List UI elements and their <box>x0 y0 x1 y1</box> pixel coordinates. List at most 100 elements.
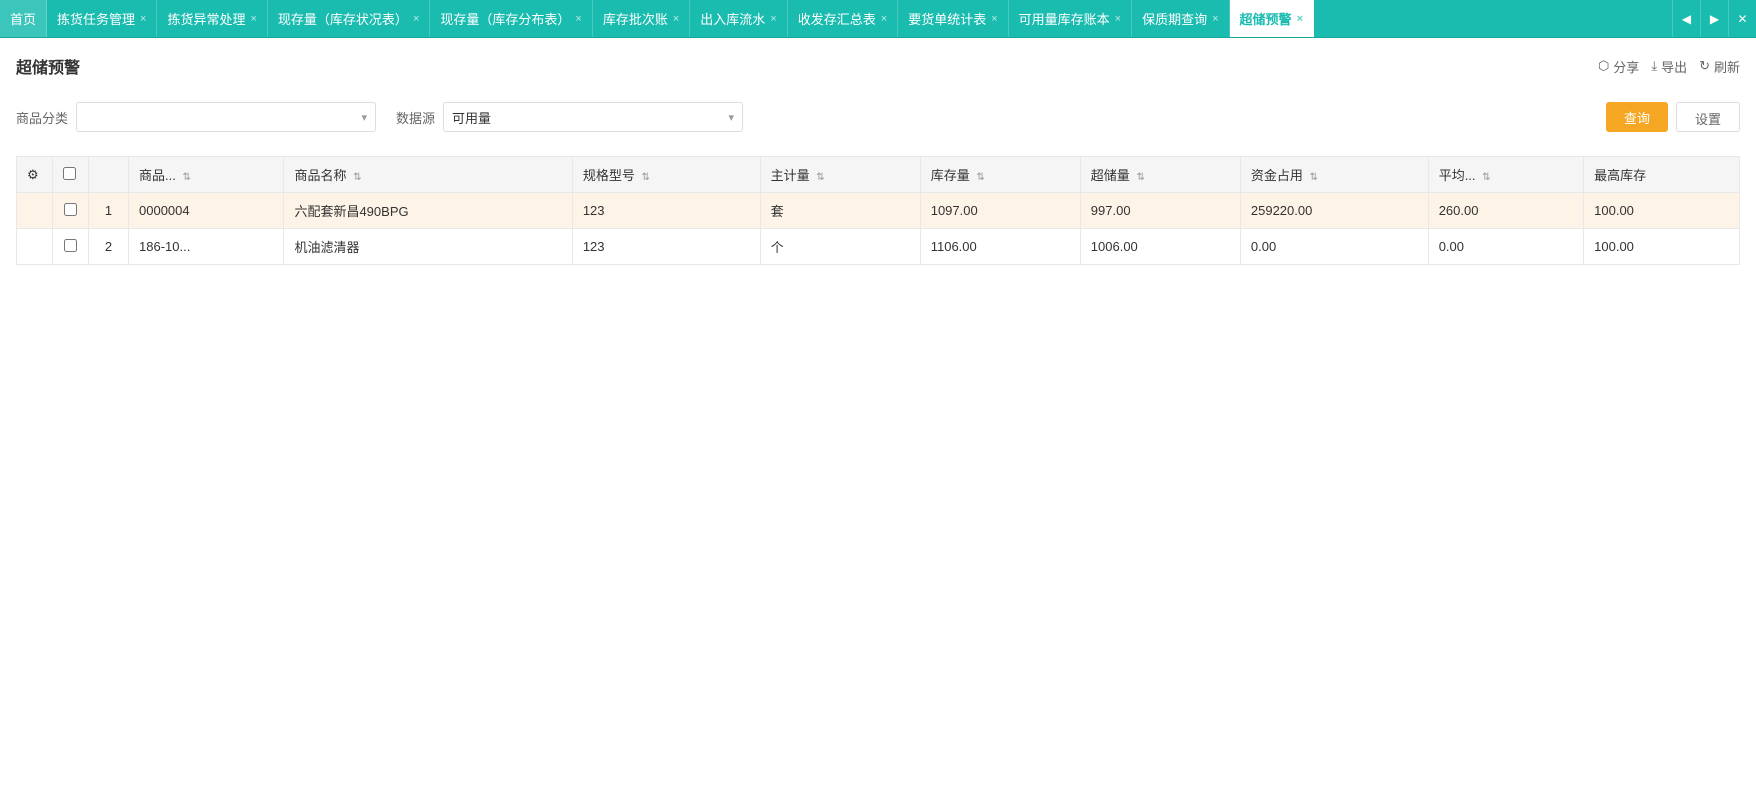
sort-icon: ⇅ <box>1136 172 1144 183</box>
row-unit: 个 <box>760 229 920 265</box>
sort-icon: ⇅ <box>976 172 984 183</box>
row-max-stock: 100.00 <box>1584 229 1740 265</box>
datasource-select-value: 可用量 <box>452 108 491 127</box>
nav-tab-order-stats[interactable]: 要货单统计表 × <box>898 0 1008 38</box>
close-icon[interactable]: × <box>575 13 581 25</box>
row-index: 1 <box>89 193 129 229</box>
sort-icon: ⇅ <box>1310 172 1318 183</box>
close-icon[interactable]: × <box>1297 13 1303 25</box>
stock-label: 库存量 <box>931 168 970 183</box>
row-capital: 259220.00 <box>1240 193 1428 229</box>
product-code-header[interactable]: 商品... ⇅ <box>129 157 284 193</box>
row-overstock: 997.00 <box>1080 193 1240 229</box>
export-button[interactable]: ⤓ 导出 <box>1651 57 1687 76</box>
header-actions: ⬡ 分享 ⤓ 导出 ↻ 刷新 <box>1598 57 1740 76</box>
overstock-header[interactable]: 超储量 ⇅ <box>1080 157 1240 193</box>
row-spec: 123 <box>572 229 760 265</box>
sort-icon: ⇅ <box>353 172 361 183</box>
close-icon[interactable]: × <box>1115 13 1121 25</box>
chevron-down-icon: ▾ <box>361 111 367 124</box>
nav-tab-receive-summary[interactable]: 收发存汇总表 × <box>788 0 898 38</box>
spec-header[interactable]: 规格型号 ⇅ <box>572 157 760 193</box>
nav-tab-home[interactable]: 首页 <box>0 0 47 38</box>
refresh-icon: ↻ <box>1699 58 1710 74</box>
spec-label: 规格型号 <box>583 168 635 183</box>
row-stock: 1097.00 <box>920 193 1080 229</box>
nav-tab-inout-flow[interactable]: 出入库流水 × <box>690 0 787 38</box>
nav-tab-inventory-status[interactable]: 现存量（库存状况表） × <box>268 0 430 38</box>
category-label: 商品分类 <box>16 108 68 127</box>
table-row: 2 186-10... 机油滤清器 123 个 1106.00 1006.00 … <box>17 229 1740 265</box>
export-icon: ⤓ <box>1651 58 1657 74</box>
row-checkbox-cell[interactable] <box>53 193 89 229</box>
nav-tab-task-mgmt[interactable]: 拣货任务管理 × <box>47 0 157 38</box>
close-icon[interactable]: × <box>413 13 419 25</box>
nav-tab-overstock-warning[interactable]: 超储预警 × <box>1230 0 1314 38</box>
top-navigation: 首页 拣货任务管理 × 拣货异常处理 × 现存量（库存状况表） × 现存量（库存… <box>0 0 1756 38</box>
product-code-label: 商品... <box>139 168 176 183</box>
nav-tab-batch[interactable]: 库存批次账 × <box>593 0 690 38</box>
filter-area: 商品分类 ▾ 数据源 可用量 ▾ 查询 设置 <box>16 92 1740 142</box>
avg-label: 平均... <box>1439 168 1476 183</box>
sort-icon: ⇅ <box>641 172 649 183</box>
row-max-stock: 100.00 <box>1584 193 1740 229</box>
page-title: 超储预警 <box>16 54 80 78</box>
nav-tab-inventory-dist[interactable]: 现存量（库存分布表） × <box>430 0 592 38</box>
nav-tab-exception[interactable]: 拣货异常处理 × <box>157 0 267 38</box>
stock-header[interactable]: 库存量 ⇅ <box>920 157 1080 193</box>
sort-icon: ⇅ <box>182 172 190 183</box>
page-container: 超储预警 ⬡ 分享 ⤓ 导出 ↻ 刷新 商品分类 ▾ 数据源 <box>0 38 1756 800</box>
table-row: 1 0000004 六配套新昌490BPG 123 套 1097.00 997.… <box>17 193 1740 229</box>
row-checkbox-cell[interactable] <box>53 229 89 265</box>
close-icon[interactable]: × <box>991 13 997 25</box>
row-checkbox[interactable] <box>64 239 77 252</box>
close-icon[interactable]: × <box>770 13 776 25</box>
share-button[interactable]: ⬡ 分享 <box>1598 57 1639 76</box>
close-icon[interactable]: × <box>250 13 256 25</box>
nav-arrow-close[interactable]: ✕ <box>1728 0 1756 38</box>
row-gear-cell <box>17 229 53 265</box>
category-filter-group: 商品分类 ▾ <box>16 102 376 132</box>
share-icon: ⬡ <box>1598 58 1609 74</box>
max-stock-label: 最高库存 <box>1594 168 1646 183</box>
nav-arrows: ◀ ▶ ✕ <box>1672 0 1756 38</box>
gear-settings-header[interactable]: ⚙ <box>17 157 53 193</box>
unit-header[interactable]: 主计量 ⇅ <box>760 157 920 193</box>
index-header <box>89 157 129 193</box>
close-icon[interactable]: × <box>1212 13 1218 25</box>
nav-arrow-left[interactable]: ◀ <box>1672 0 1700 38</box>
capital-label: 资金占用 <box>1251 168 1303 183</box>
datasource-select[interactable]: 可用量 ▾ <box>443 102 743 132</box>
row-product-name: 机油滤清器 <box>284 229 572 265</box>
row-unit: 套 <box>760 193 920 229</box>
close-icon[interactable]: × <box>140 13 146 25</box>
nav-tab-available-ledger[interactable]: 可用量库存账本 × <box>1009 0 1132 38</box>
row-avg: 0.00 <box>1428 229 1583 265</box>
filter-actions: 查询 设置 <box>1606 102 1740 132</box>
table-header-row: ⚙ 商品... ⇅ 商品名称 ⇅ 规格型号 ⇅ <box>17 157 1740 193</box>
avg-header[interactable]: 平均... ⇅ <box>1428 157 1583 193</box>
product-name-label: 商品名称 <box>294 168 346 183</box>
settings-button[interactable]: 设置 <box>1676 102 1740 132</box>
close-icon[interactable]: × <box>881 13 887 25</box>
row-capital: 0.00 <box>1240 229 1428 265</box>
row-overstock: 1006.00 <box>1080 229 1240 265</box>
nav-arrow-right[interactable]: ▶ <box>1700 0 1728 38</box>
refresh-button[interactable]: ↻ 刷新 <box>1699 57 1740 76</box>
close-icon[interactable]: × <box>673 13 679 25</box>
row-index: 2 <box>89 229 129 265</box>
sort-icon: ⇅ <box>1482 172 1490 183</box>
row-checkbox[interactable] <box>64 203 77 216</box>
row-product-code: 186-10... <box>129 229 284 265</box>
gear-icon: ⚙ <box>27 167 39 182</box>
page-header: 超储预警 ⬡ 分享 ⤓ 导出 ↻ 刷新 <box>16 54 1740 78</box>
row-avg: 260.00 <box>1428 193 1583 229</box>
query-button[interactable]: 查询 <box>1606 102 1668 132</box>
product-name-header[interactable]: 商品名称 ⇅ <box>284 157 572 193</box>
nav-tab-quality-check[interactable]: 保质期查询 × <box>1132 0 1229 38</box>
sort-icon: ⇅ <box>816 172 824 183</box>
capital-header[interactable]: 资金占用 ⇅ <box>1240 157 1428 193</box>
category-select[interactable]: ▾ <box>76 102 376 132</box>
select-all-header[interactable] <box>53 157 89 193</box>
select-all-checkbox[interactable] <box>63 167 76 180</box>
